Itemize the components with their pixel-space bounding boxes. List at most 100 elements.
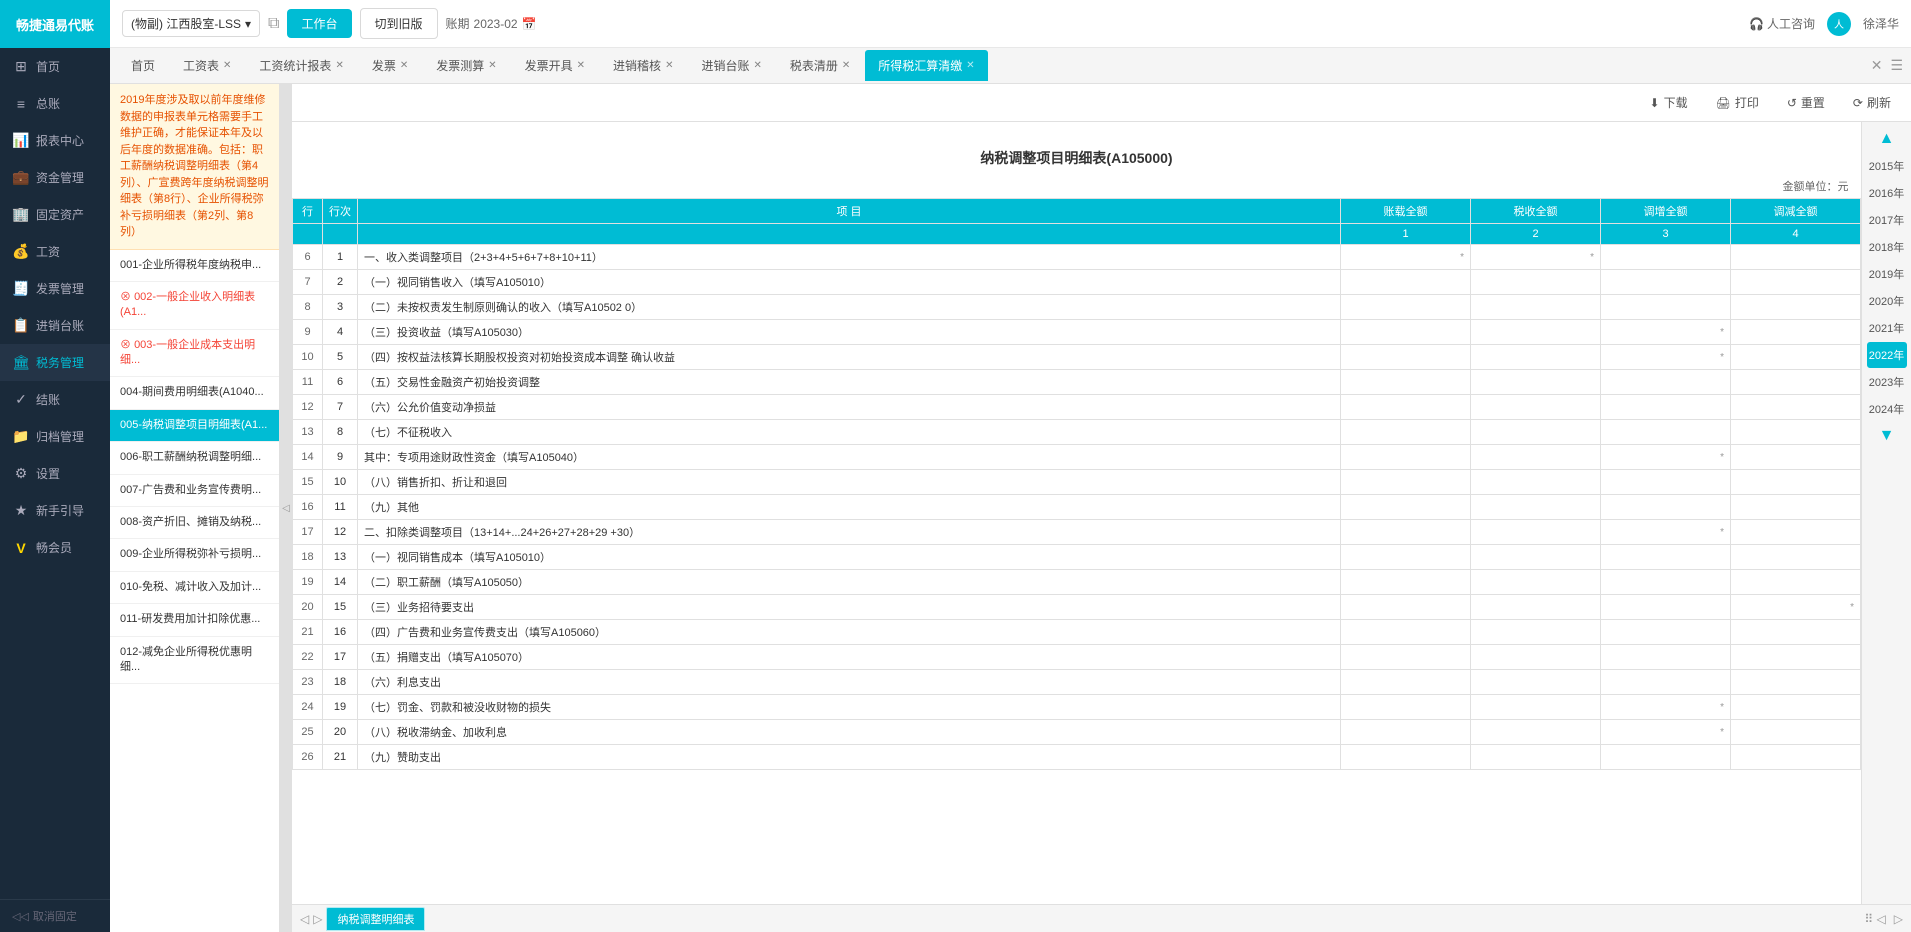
cell-c2[interactable] bbox=[1471, 345, 1601, 370]
scroll-right[interactable]: ▷ bbox=[1894, 912, 1903, 926]
sidebar-item-home[interactable]: ⊞ 首页 bbox=[0, 48, 110, 85]
cell-c2[interactable] bbox=[1471, 320, 1601, 345]
sidebar-item-invoice-ledger[interactable]: 📋 进销台账 bbox=[0, 307, 110, 344]
cell-c4[interactable] bbox=[1731, 370, 1861, 395]
tab-close-icon[interactable]: ✕ bbox=[335, 60, 343, 71]
year-button[interactable]: 2015年 bbox=[1867, 153, 1907, 179]
cell-c4[interactable] bbox=[1731, 720, 1861, 745]
cell-c3[interactable] bbox=[1601, 245, 1731, 270]
cell-c3[interactable] bbox=[1601, 470, 1731, 495]
cell-c1[interactable] bbox=[1341, 395, 1471, 420]
cell-c3[interactable] bbox=[1601, 395, 1731, 420]
cell-c3[interactable] bbox=[1601, 620, 1731, 645]
year-button[interactable]: 2016年 bbox=[1867, 180, 1907, 206]
cell-c2[interactable] bbox=[1471, 495, 1601, 520]
tab-close-icon[interactable]: ✕ bbox=[400, 60, 408, 71]
sidebar-item-member[interactable]: V 畅会员 bbox=[0, 529, 110, 566]
download-button[interactable]: ⬇ 下载 bbox=[1642, 90, 1696, 115]
tab-menu-icon[interactable]: ☰ bbox=[1890, 57, 1903, 74]
list-item-003[interactable]: ⊗ 003-一般企业成本支出明细... bbox=[110, 330, 279, 378]
year-button[interactable]: 2021年 bbox=[1867, 315, 1907, 341]
cell-c2[interactable] bbox=[1471, 745, 1601, 770]
support-button[interactable]: 🎧 人工咨询 bbox=[1749, 15, 1815, 32]
cell-c4[interactable] bbox=[1731, 470, 1861, 495]
list-item-002[interactable]: ⊗ 002-一般企业收入明细表(A1... bbox=[110, 282, 279, 330]
cell-c1[interactable] bbox=[1341, 345, 1471, 370]
cell-c2[interactable] bbox=[1471, 670, 1601, 695]
sidebar-item-settle[interactable]: ✓ 结账 bbox=[0, 381, 110, 418]
cell-c3[interactable] bbox=[1601, 745, 1731, 770]
sidebar-item-assets[interactable]: 💼 资金管理 bbox=[0, 159, 110, 196]
tab-invoice-ledger[interactable]: 进销台账 ✕ bbox=[688, 50, 774, 81]
sidebar-item-payroll[interactable]: 💰 工资 bbox=[0, 233, 110, 270]
cell-c1[interactable] bbox=[1341, 445, 1471, 470]
sidebar-item-tax[interactable]: 🏛 税务管理 bbox=[0, 344, 110, 381]
cell-c3[interactable]: * bbox=[1601, 345, 1731, 370]
cell-c3[interactable]: * bbox=[1601, 695, 1731, 720]
list-item-010[interactable]: 010-免税、减计收入及加计... bbox=[110, 572, 279, 604]
prev-sheet-icon[interactable]: ◁ bbox=[300, 912, 309, 926]
tab-home[interactable]: 首页 bbox=[118, 50, 168, 81]
year-scroll-down[interactable]: ▼ bbox=[1875, 423, 1899, 449]
cell-c1[interactable] bbox=[1341, 495, 1471, 520]
table-container[interactable]: 纳税调整项目明细表(A105000) 金额单位：元 行 行次 项 目 账载全额 bbox=[292, 122, 1861, 904]
cell-c4[interactable] bbox=[1731, 545, 1861, 570]
next-sheet-icon[interactable]: ▷ bbox=[313, 912, 322, 926]
tab-payroll[interactable]: 工资表 ✕ bbox=[170, 50, 244, 81]
cell-c3[interactable] bbox=[1601, 545, 1731, 570]
list-item-011[interactable]: 011-研发费用加计扣除优惠... bbox=[110, 604, 279, 636]
reset-button[interactable]: ↺ 重置 bbox=[1779, 90, 1833, 115]
cell-c1[interactable] bbox=[1341, 520, 1471, 545]
cell-c2[interactable] bbox=[1471, 645, 1601, 670]
cell-c4[interactable]: * bbox=[1731, 595, 1861, 620]
cell-c1[interactable] bbox=[1341, 370, 1471, 395]
old-version-button[interactable]: 切到旧版 bbox=[360, 8, 438, 39]
tab-invoice-in[interactable]: 进销稽核 ✕ bbox=[600, 50, 686, 81]
cell-c2[interactable] bbox=[1471, 445, 1601, 470]
cell-c1[interactable] bbox=[1341, 470, 1471, 495]
cell-c4[interactable] bbox=[1731, 345, 1861, 370]
year-button[interactable]: 2017年 bbox=[1867, 207, 1907, 233]
refresh-button[interactable]: ⟳ 刷新 bbox=[1845, 90, 1899, 115]
sidebar-item-reports[interactable]: 📊 报表中心 bbox=[0, 122, 110, 159]
list-item-001[interactable]: 001-企业所得税年度纳税申... bbox=[110, 250, 279, 282]
year-button[interactable]: 2020年 bbox=[1867, 288, 1907, 314]
cell-c1[interactable] bbox=[1341, 620, 1471, 645]
cell-c3[interactable] bbox=[1601, 495, 1731, 520]
panel-toggle[interactable]: ◁ bbox=[280, 84, 292, 932]
cell-c4[interactable] bbox=[1731, 420, 1861, 445]
tab-close-icon[interactable]: ✕ bbox=[966, 60, 974, 71]
tab-payroll-stats[interactable]: 工资统计报表 ✕ bbox=[246, 50, 356, 81]
cell-c2[interactable] bbox=[1471, 395, 1601, 420]
list-item-006[interactable]: 006-职工薪酬纳税调整明细... bbox=[110, 442, 279, 474]
tab-close-icon[interactable]: ✕ bbox=[488, 60, 496, 71]
cell-c2[interactable] bbox=[1471, 620, 1601, 645]
cell-c3[interactable] bbox=[1601, 270, 1731, 295]
cell-c2[interactable] bbox=[1471, 470, 1601, 495]
tab-invoice-calc[interactable]: 发票测算 ✕ bbox=[423, 50, 509, 81]
cell-c3[interactable] bbox=[1601, 420, 1731, 445]
company-selector[interactable]: (物副) 江西股室-LSS ▾ bbox=[122, 10, 260, 37]
cell-c1[interactable] bbox=[1341, 270, 1471, 295]
cell-c3[interactable] bbox=[1601, 645, 1731, 670]
cell-c4[interactable] bbox=[1731, 495, 1861, 520]
tab-invoice-open[interactable]: 发票开具 ✕ bbox=[512, 50, 598, 81]
cell-c1[interactable] bbox=[1341, 695, 1471, 720]
cell-c2[interactable] bbox=[1471, 720, 1601, 745]
pin-toggle[interactable]: ◁◁ 取消固定 bbox=[0, 899, 110, 932]
cell-c4[interactable] bbox=[1731, 670, 1861, 695]
tab-invoice[interactable]: 发票 ✕ bbox=[359, 50, 421, 81]
cell-c4[interactable] bbox=[1731, 745, 1861, 770]
cell-c3[interactable] bbox=[1601, 295, 1731, 320]
cell-c1[interactable] bbox=[1341, 570, 1471, 595]
year-scroll-up[interactable]: ▲ bbox=[1875, 126, 1899, 152]
cell-c1[interactable] bbox=[1341, 320, 1471, 345]
cell-c4[interactable] bbox=[1731, 395, 1861, 420]
sidebar-item-fixed-assets[interactable]: 🏢 固定资产 bbox=[0, 196, 110, 233]
sidebar-item-ledger[interactable]: ≡ 总账 bbox=[0, 85, 110, 122]
cell-c4[interactable] bbox=[1731, 520, 1861, 545]
cell-c4[interactable] bbox=[1731, 645, 1861, 670]
cell-c4[interactable] bbox=[1731, 445, 1861, 470]
list-item-012[interactable]: 012-减免企业所得税优惠明细... bbox=[110, 637, 279, 685]
year-button[interactable]: 2022年 bbox=[1867, 342, 1907, 368]
